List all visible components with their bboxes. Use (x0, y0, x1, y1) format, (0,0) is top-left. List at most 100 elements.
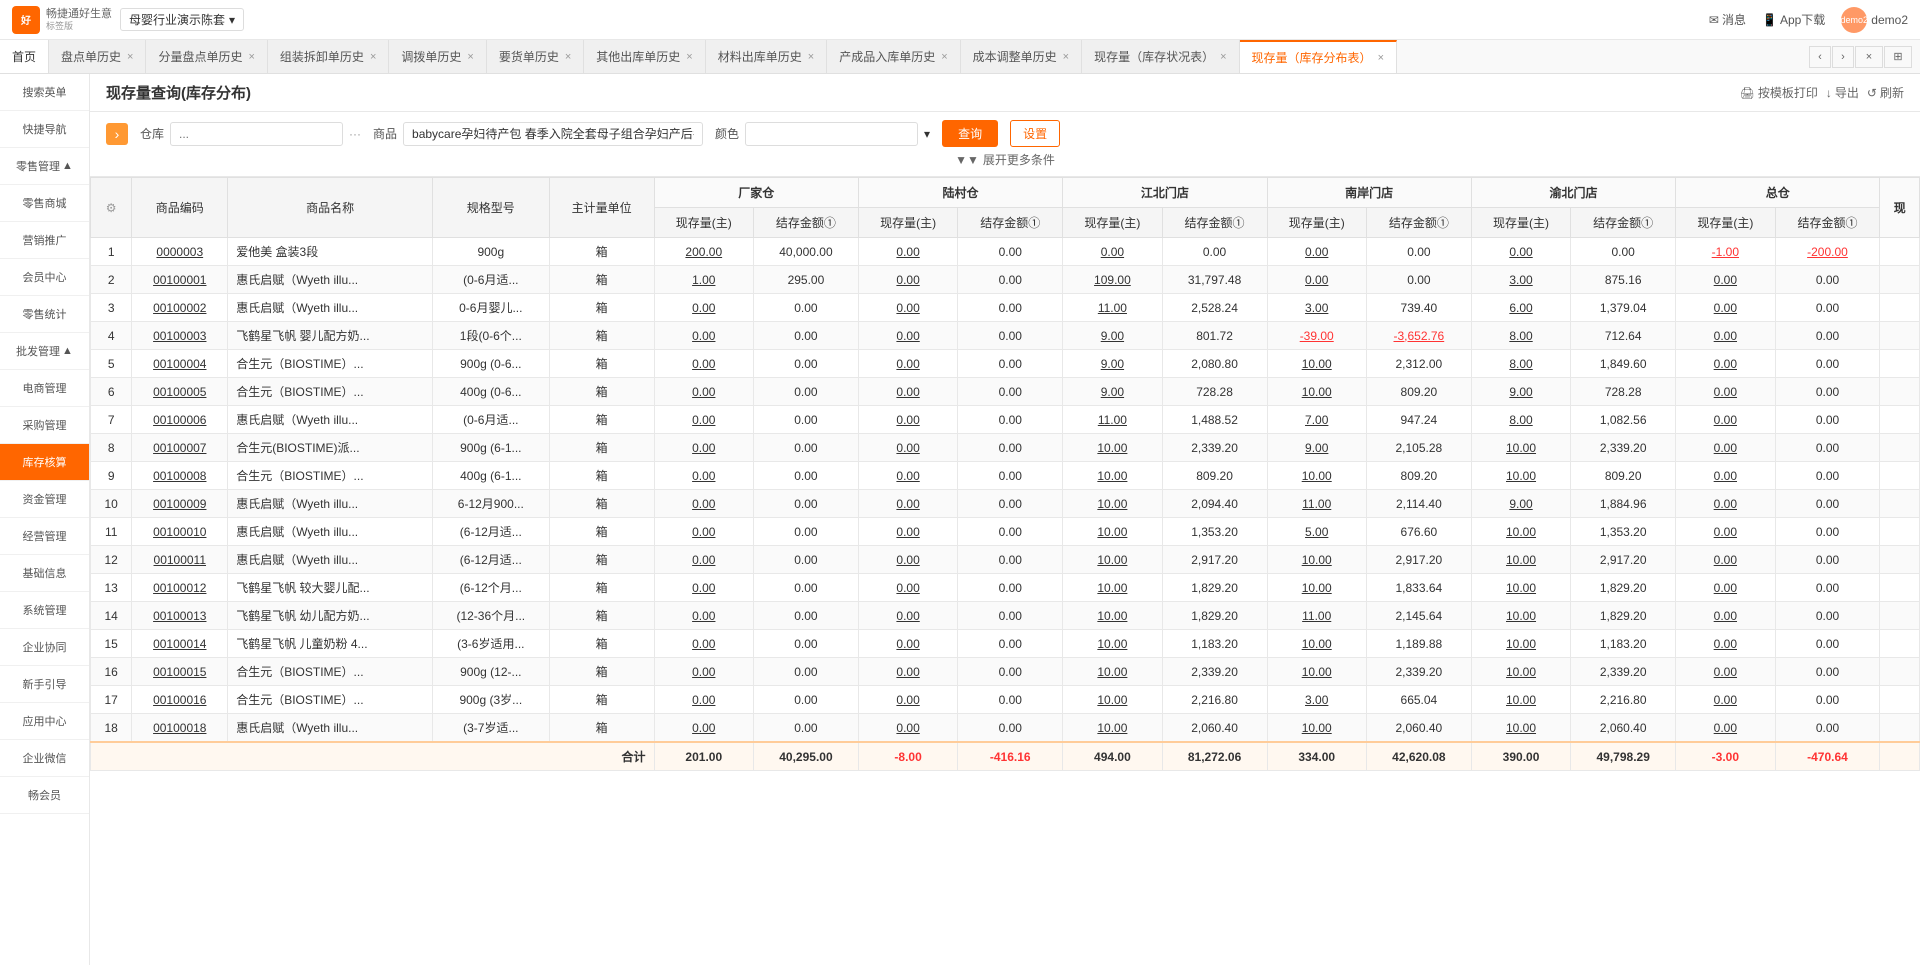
refresh-btn[interactable]: ↺ 刷新 (1867, 84, 1904, 101)
qty-link[interactable]: 0.00 (896, 525, 919, 539)
qty-link[interactable]: 1.00 (692, 273, 715, 287)
goods-code-link[interactable]: 00100001 (153, 273, 206, 287)
export-btn[interactable]: ↓ 导出 (1826, 84, 1859, 101)
qty-link[interactable]: 10.00 (1302, 721, 1332, 735)
tab-6[interactable]: 其他出库单历史 × (584, 40, 705, 74)
qty-link[interactable]: 10.00 (1302, 385, 1332, 399)
qty-link[interactable]: 0.00 (1305, 245, 1328, 259)
qty-link[interactable]: 11.00 (1098, 413, 1127, 427)
tab-active[interactable]: 现存量（库存分布表） × (1240, 40, 1397, 74)
qty-link[interactable]: 8.00 (1509, 413, 1532, 427)
tab-5[interactable]: 要货单历史 × (487, 40, 584, 74)
sidebar-item-operations[interactable]: 经营管理 (0, 518, 89, 555)
total-qty-link[interactable]: -1.00 (1712, 245, 1739, 259)
expand-more-btn[interactable]: ▼▼ 展开更多条件 (106, 151, 1904, 168)
settings-icon[interactable]: ⚙ (106, 201, 117, 215)
tab-7[interactable]: 材料出库单历史 × (706, 40, 827, 74)
sidebar-item-member[interactable]: 会员中心 (0, 259, 89, 296)
qty-link[interactable]: 0.00 (1101, 245, 1124, 259)
sidebar-item-retail-stats[interactable]: 零售统计 (0, 296, 89, 333)
goods-code-link[interactable]: 00100012 (153, 581, 206, 595)
qty-link[interactable]: 0.00 (896, 273, 919, 287)
qty-link[interactable]: 10.00 (1097, 553, 1127, 567)
goods-code-link[interactable]: 00100002 (153, 301, 206, 315)
close-icon[interactable]: × (1220, 51, 1226, 63)
total-qty-link[interactable]: 0.00 (1714, 273, 1737, 287)
qty-link[interactable]: 0.00 (896, 497, 919, 511)
goods-code-link[interactable]: 00100008 (153, 469, 206, 483)
sidebar-item-wholesale[interactable]: 批发管理 ▲ (0, 333, 89, 370)
sidebar-item-ecommerce[interactable]: 电商管理 (0, 370, 89, 407)
qty-link[interactable]: 10.00 (1506, 469, 1536, 483)
qty-link[interactable]: 8.00 (1509, 329, 1532, 343)
sidebar-item-wechat[interactable]: 企业微信 (0, 740, 89, 777)
tab-prev-btn[interactable]: ‹ (1809, 46, 1831, 68)
close-icon[interactable]: × (686, 51, 692, 63)
qty-link[interactable]: 10.00 (1097, 469, 1127, 483)
total-qty-link[interactable]: 0.00 (1714, 525, 1737, 539)
close-icon[interactable]: × (808, 51, 814, 63)
qty-link[interactable]: 10.00 (1506, 525, 1536, 539)
qty-link[interactable]: 10.00 (1302, 469, 1332, 483)
sidebar-item-app-center[interactable]: 应用中心 (0, 703, 89, 740)
app-download-btn[interactable]: 📱 App下载 (1762, 11, 1825, 28)
goods-code-link[interactable]: 0000003 (156, 245, 203, 259)
goods-code-link[interactable]: 00100004 (153, 357, 206, 371)
settings-button[interactable]: 设置 (1010, 120, 1060, 147)
qty-link[interactable]: 3.00 (1509, 273, 1532, 287)
qty-link[interactable]: 11.00 (1302, 609, 1331, 623)
qty-link[interactable]: 11.00 (1098, 301, 1127, 315)
qty-link[interactable]: 10.00 (1097, 609, 1127, 623)
qty-link[interactable]: 10.00 (1097, 497, 1127, 511)
total-qty-link[interactable]: 0.00 (1714, 693, 1737, 707)
close-icon[interactable]: × (127, 51, 133, 63)
tab-2[interactable]: 分量盘点单历史 × (146, 40, 267, 74)
qty-link[interactable]: 9.00 (1305, 441, 1328, 455)
qty-link[interactable]: 0.00 (1305, 273, 1328, 287)
qty-link[interactable]: 0.00 (896, 245, 919, 259)
query-button[interactable]: 查询 (942, 120, 998, 147)
qty-link[interactable]: 0.00 (896, 581, 919, 595)
qty-link[interactable]: 0.00 (692, 413, 715, 427)
total-qty-link[interactable]: 0.00 (1714, 301, 1737, 315)
close-icon[interactable]: × (1063, 51, 1069, 63)
total-qty-link[interactable]: 0.00 (1714, 581, 1737, 595)
sidebar-item-enterprise[interactable]: 企业协同 (0, 629, 89, 666)
qty-link[interactable]: 10.00 (1506, 441, 1536, 455)
tab-10[interactable]: 现存量（库存状况表） × (1082, 40, 1239, 74)
qty-link[interactable]: 0.00 (692, 553, 715, 567)
warehouse-input[interactable] (170, 122, 343, 146)
qty-link[interactable]: 10.00 (1302, 637, 1332, 651)
color-dropdown-icon[interactable]: ▾ (924, 127, 930, 141)
total-qty-link[interactable]: 0.00 (1714, 357, 1737, 371)
qty-link[interactable]: 0.00 (692, 581, 715, 595)
qty-link[interactable]: 9.00 (1509, 497, 1532, 511)
qty-link[interactable]: 10.00 (1097, 441, 1127, 455)
goods-code-link[interactable]: 00100009 (153, 497, 206, 511)
goods-code-link[interactable]: 00100016 (153, 693, 206, 707)
tab-9[interactable]: 成本调整单历史 × (961, 40, 1082, 74)
qty-link[interactable]: 8.00 (1509, 357, 1532, 371)
close-icon[interactable]: × (370, 51, 376, 63)
goods-code-link[interactable]: 00100006 (153, 413, 206, 427)
qty-link[interactable]: 0.00 (896, 385, 919, 399)
qty-link[interactable]: 10.00 (1506, 693, 1536, 707)
qty-link[interactable]: 10.00 (1506, 581, 1536, 595)
total-qty-link[interactable]: 0.00 (1714, 413, 1737, 427)
qty-link[interactable]: 0.00 (692, 693, 715, 707)
qty-link[interactable]: 10.00 (1097, 721, 1127, 735)
sidebar-item-system[interactable]: 系统管理 (0, 592, 89, 629)
close-icon[interactable]: × (467, 51, 473, 63)
qty-link[interactable]: 0.00 (692, 497, 715, 511)
goods-code-link[interactable]: 00100003 (153, 329, 206, 343)
qty-link[interactable]: 10.00 (1506, 609, 1536, 623)
qty-link[interactable]: 109.00 (1094, 273, 1131, 287)
total-qty-link[interactable]: 0.00 (1714, 553, 1737, 567)
qty-link[interactable]: 10.00 (1097, 637, 1127, 651)
qty-link[interactable]: 9.00 (1101, 385, 1124, 399)
tab-3[interactable]: 组装拆卸单历史 × (268, 40, 389, 74)
sidebar-item-inventory[interactable]: 库存核算 (0, 444, 89, 481)
qty-link[interactable]: 0.00 (896, 665, 919, 679)
qty-link[interactable]: 10.00 (1302, 553, 1332, 567)
total-qty-link[interactable]: 0.00 (1714, 609, 1737, 623)
